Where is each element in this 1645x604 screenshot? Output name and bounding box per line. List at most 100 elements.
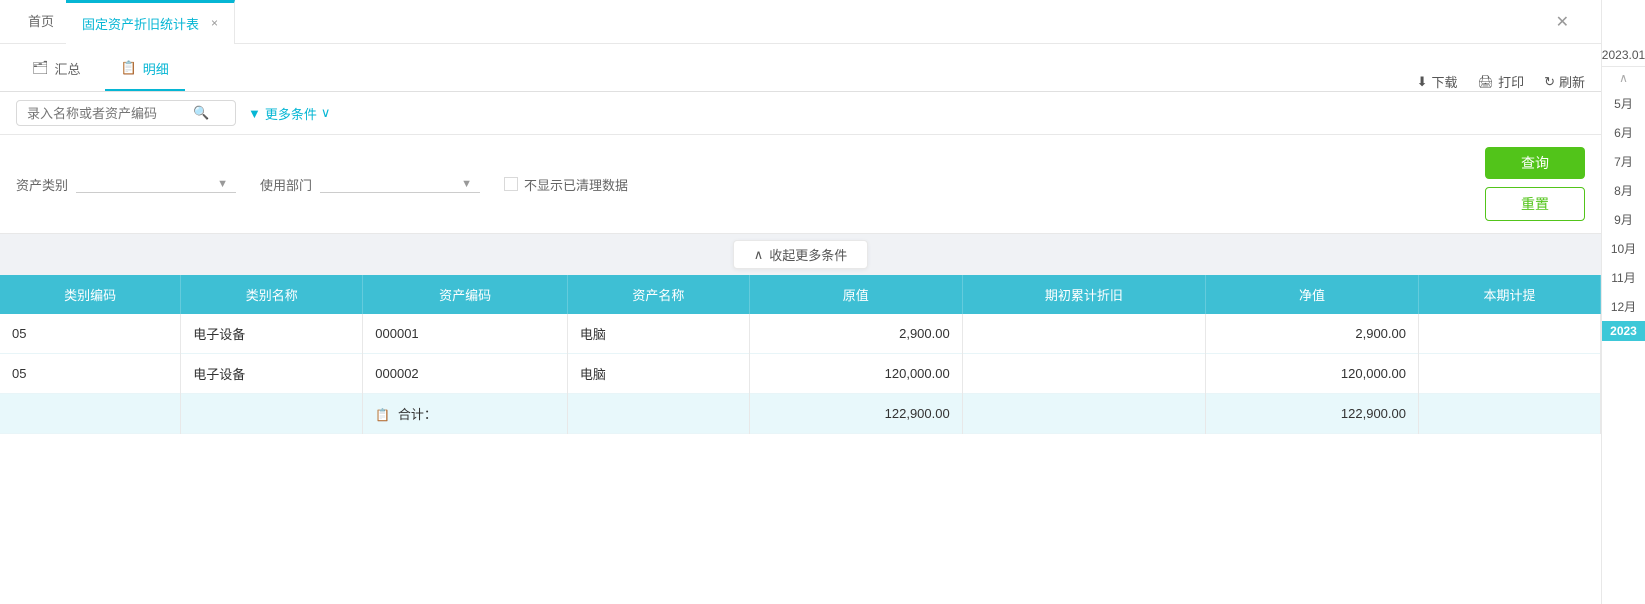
use-dept-label: 使用部门 (260, 175, 312, 194)
row2-category-name: 电子设备 (181, 354, 363, 394)
hide-cleared-checkbox[interactable] (504, 177, 518, 191)
col-net-value: 净值 (1206, 275, 1419, 314)
detail-icon: 📋 (121, 60, 137, 76)
sidebar-month-10[interactable]: 10月 (1602, 234, 1645, 263)
col-original-value: 原值 (749, 275, 962, 314)
row1-original-value: 2,900.00 (749, 314, 962, 354)
use-dept-field: 使用部门 ▼ (260, 175, 480, 194)
home-nav[interactable]: 首页 (16, 0, 66, 44)
tab-detail[interactable]: 📋 明细 (105, 47, 185, 91)
query-button[interactable]: 查询 (1485, 147, 1585, 179)
summary-icon: 🗂 (32, 60, 49, 76)
total-row: 📋 合计： 122,900.00 122,900.00 (0, 394, 1601, 434)
row1-current-depreciation (1418, 314, 1600, 354)
window-close-button[interactable]: ✕ (1540, 12, 1585, 32)
asset-type-arrow-icon: ▼ (217, 178, 228, 190)
filter-actions: 查询 重置 (1485, 147, 1585, 221)
col-asset-code: 资产编码 (363, 275, 568, 314)
more-conditions-label: 更多条件 (265, 104, 317, 123)
total-accumulated-depreciation (962, 394, 1205, 434)
row1-asset-code: 000001 (363, 314, 568, 354)
row2-asset-name: 电脑 (567, 354, 749, 394)
use-dept-arrow-icon: ▼ (461, 178, 472, 190)
download-label: 下载 (1432, 72, 1458, 91)
total-label: 合计： (398, 407, 437, 422)
total-empty3 (567, 394, 749, 434)
print-label: 打印 (1498, 72, 1524, 91)
total-empty2 (181, 394, 363, 434)
tab-summary[interactable]: 🗂 汇总 (16, 47, 97, 91)
collapse-bar: ∧ 收起更多条件 (0, 234, 1601, 275)
row2-net-value: 120,000.00 (1206, 354, 1419, 394)
chevron-down-icon: ∨ (321, 105, 331, 121)
col-current-depreciation: 本期计提 (1418, 275, 1600, 314)
sidebar-month-6[interactable]: 6月 (1602, 118, 1645, 147)
extended-filter: 资产类别 ▼ 使用部门 ▼ 不显示已清理数据 查询 重置 (0, 135, 1601, 234)
refresh-button[interactable]: ↻ 刷新 (1544, 72, 1585, 91)
row2-current-depreciation (1418, 354, 1600, 394)
table-row: 05 电子设备 000002 电脑 120,000.00 120,000.00 (0, 354, 1601, 394)
download-button[interactable]: ⬇ 下载 (1417, 72, 1458, 91)
refresh-icon: ↻ (1544, 74, 1555, 90)
hide-cleared-checkbox-group[interactable]: 不显示已清理数据 (504, 175, 628, 194)
top-nav: 首页 固定资产折旧统计表 × ✕ (0, 0, 1601, 44)
row2-asset-code: 000002 (363, 354, 568, 394)
search-input[interactable] (27, 106, 187, 121)
search-input-wrap[interactable]: 🔍 (16, 100, 236, 126)
row2-original-value: 120,000.00 (749, 354, 962, 394)
sidebar-month-8[interactable]: 8月 (1602, 176, 1645, 205)
sidebar-month-9[interactable]: 9月 (1602, 205, 1645, 234)
total-empty1 (0, 394, 181, 434)
sidebar-month-7[interactable]: 7月 (1602, 147, 1645, 176)
asset-type-select[interactable]: ▼ (76, 176, 236, 193)
download-icon: ⬇ (1417, 74, 1428, 90)
data-table: 类别编码 类别名称 资产编码 资产名称 原值 期初累计折旧 净值 本期计提 05… (0, 275, 1601, 434)
sidebar-period: 2023.01 (1602, 44, 1645, 67)
active-tab[interactable]: 固定资产折旧统计表 × (66, 0, 235, 44)
row1-net-value: 2,900.00 (1206, 314, 1419, 354)
reset-button[interactable]: 重置 (1485, 187, 1585, 221)
total-current-depreciation (1418, 394, 1600, 434)
total-original-value: 122,900.00 (749, 394, 962, 434)
hide-cleared-label: 不显示已清理数据 (524, 175, 628, 194)
data-table-wrap: 类别编码 类别名称 资产编码 资产名称 原值 期初累计折旧 净值 本期计提 05… (0, 275, 1601, 604)
table-header-row: 类别编码 类别名称 资产编码 资产名称 原值 期初累计折旧 净值 本期计提 (0, 275, 1601, 314)
print-icon: 🖨 (1478, 74, 1495, 90)
sidebar-scroll-up-button[interactable]: ∧ (1602, 67, 1645, 89)
sidebar-month-11[interactable]: 11月 (1602, 263, 1645, 292)
use-dept-select[interactable]: ▼ (320, 176, 480, 193)
tab-close-icon[interactable]: × (211, 16, 218, 30)
col-category-name: 类别名称 (181, 275, 363, 314)
asset-type-label: 资产类别 (16, 175, 68, 194)
row2-accumulated-depreciation (962, 354, 1205, 394)
collapse-button[interactable]: ∧ 收起更多条件 (733, 240, 869, 269)
row1-accumulated-depreciation (962, 314, 1205, 354)
print-button[interactable]: 🖨 打印 (1478, 72, 1525, 91)
tab-title: 固定资产折旧统计表 (82, 14, 199, 33)
table-row: 05 电子设备 000001 电脑 2,900.00 2,900.00 (0, 314, 1601, 354)
tab-bar: 🗂 汇总 📋 明细 ⬇ 下载 🖨 打印 ↻ 刷新 (0, 44, 1601, 92)
filter-icon: ▼ (248, 106, 261, 121)
collapse-label: 收起更多条件 (769, 245, 847, 264)
total-icon: 📋 (375, 408, 390, 422)
sidebar-month-12[interactable]: 12月 (1602, 292, 1645, 321)
tab-detail-label: 明细 (143, 59, 169, 78)
col-category-code: 类别编码 (0, 275, 181, 314)
sidebar-year-badge: 2023 (1602, 321, 1645, 341)
row1-asset-name: 电脑 (567, 314, 749, 354)
right-sidebar: 2023.01 ∧ 5月 6月 7月 8月 9月 10月 11月 12月 202… (1601, 0, 1645, 604)
refresh-label: 刷新 (1559, 72, 1585, 91)
more-conditions-button[interactable]: ▼ 更多条件 ∨ (248, 104, 330, 123)
tab-summary-label: 汇总 (55, 59, 81, 78)
row1-category-name: 电子设备 (181, 314, 363, 354)
asset-type-field: 资产类别 ▼ (16, 175, 236, 194)
total-net-value: 122,900.00 (1206, 394, 1419, 434)
total-label-cell: 📋 合计： (363, 394, 568, 434)
tab-actions: ⬇ 下载 🖨 打印 ↻ 刷新 (1417, 72, 1585, 91)
col-accumulated-depreciation: 期初累计折旧 (962, 275, 1205, 314)
sidebar-month-5[interactable]: 5月 (1602, 89, 1645, 118)
search-bar: 🔍 ▼ 更多条件 ∨ (0, 92, 1601, 135)
row2-category-code: 05 (0, 354, 181, 394)
collapse-icon: ∧ (754, 247, 764, 263)
search-icon: 🔍 (193, 105, 209, 121)
